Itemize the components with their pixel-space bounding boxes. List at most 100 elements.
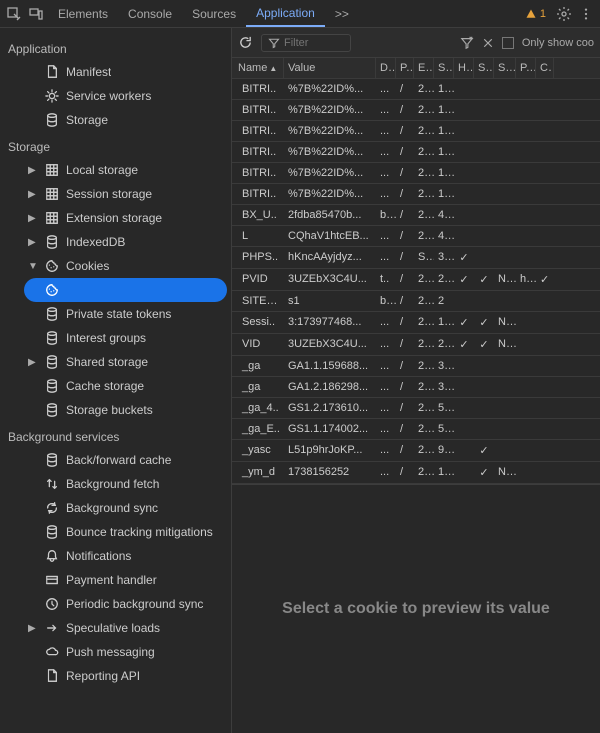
table-row[interactable]: PVID3UZEbX3C4U...t../2..2..✓✓N..h..✓ [232,269,600,291]
table-row[interactable]: BITRI..%7B%22ID%....../2..1.. [232,184,600,205]
sidebar-item[interactable]: ▼Cookies [0,254,231,278]
cell-pp [516,356,536,376]
cell-h [454,419,474,439]
cell-name: _ga [232,377,284,397]
cell-h [454,79,474,99]
tab-console[interactable]: Console [118,0,182,27]
tab-application[interactable]: Application [246,0,325,27]
settings-icon[interactable] [554,4,574,24]
col-domain[interactable]: D.. [376,58,396,78]
col-name[interactable]: Name▲ [232,58,284,78]
cell-e: 2.. [414,462,434,483]
tab-elements[interactable]: Elements [48,0,118,27]
table-row[interactable]: PHPS..hKncAAyjdyz....../S..3..✓ [232,247,600,269]
table-row[interactable]: VID3UZEbX3C4U....../2..2..✓✓N.. [232,334,600,356]
bell-icon [44,549,60,563]
table-row[interactable]: Sessi..3:173977468....../2..1..✓✓N.. [232,312,600,334]
cell-pr [536,291,554,311]
table-row[interactable]: _gaGA1.1.159688....../2..3.. [232,356,600,377]
table-row[interactable]: BX_U..2fdba85470b...b../2..4.. [232,205,600,226]
only-show-checkbox[interactable] [502,37,514,49]
sidebar-item[interactable]: Background sync [0,496,231,520]
table-row[interactable]: _ym_d1738156252.../2..1..✓N.. [232,462,600,484]
cell-pp [516,226,536,246]
card-icon [44,573,60,587]
cell-name: BITRI.. [232,184,284,204]
table-row[interactable]: _ga_E..GS1.1.174002....../2..5.. [232,419,600,440]
col-secure[interactable]: S.. [474,58,494,78]
sidebar-item-label: Background fetch [66,477,159,491]
table-row[interactable]: SITE_IDs1b../2..2 [232,291,600,312]
table-row[interactable]: _gaGA1.2.186298....../2..3.. [232,377,600,398]
col-expires[interactable]: E.. [414,58,434,78]
filter-box[interactable] [261,34,351,52]
table-row[interactable]: BITRI..%7B%22ID%....../2..1.. [232,142,600,163]
cell-h [454,462,474,483]
cell-value: GS1.1.174002... [284,419,376,439]
col-priority[interactable]: C.. [536,58,554,78]
application-sidebar: ApplicationManifestService workersStorag… [0,28,232,733]
sidebar-item[interactable]: Interest groups [0,326,231,350]
clear-filter-icon[interactable] [460,36,474,50]
sidebar-item[interactable]: Bounce tracking mitigations [0,520,231,544]
close-icon[interactable] [482,37,494,49]
tab-more[interactable]: >> [325,0,359,27]
sidebar-item[interactable]: Manifest [0,60,231,84]
sidebar-item[interactable]: Back/forward cache [0,448,231,472]
cell-pr [536,142,554,162]
kebab-icon[interactable] [576,4,596,24]
cookie-icon [44,283,60,297]
filter-input[interactable] [284,37,344,49]
table-row[interactable]: BITRI..%7B%22ID%....../2..1.. [232,121,600,142]
cell-h: ✓ [454,334,474,355]
inspect-icon[interactable] [4,4,24,24]
sidebar-item[interactable]: Service workers [0,84,231,108]
cell-e: S.. [414,247,434,268]
updown-icon [44,477,60,491]
expand-arrow-icon: ▶ [28,357,38,368]
sidebar-item-child[interactable] [24,278,227,302]
sidebar-item[interactable]: Push messaging [0,640,231,664]
col-size[interactable]: S.. [434,58,454,78]
table-row[interactable]: _ga_4..GS1.2.173610....../2..5.. [232,398,600,419]
col-partition[interactable]: P.. [516,58,536,78]
tab-sources[interactable]: Sources [182,0,246,27]
sidebar-item[interactable]: Storage buckets [0,398,231,422]
sidebar-item[interactable]: Notifications [0,544,231,568]
refresh-icon[interactable] [238,35,253,50]
device-icon[interactable] [26,4,46,24]
col-httponly[interactable]: H.. [454,58,474,78]
col-samesite[interactable]: S.. [494,58,516,78]
sidebar-item[interactable]: ▶Local storage [0,158,231,182]
cell-d: ... [376,377,396,397]
cell-p: / [396,356,414,376]
col-value[interactable]: Value [284,58,376,78]
sidebar-item[interactable]: Reporting API [0,664,231,688]
arrowr-icon [44,621,60,635]
table-row[interactable]: _yascL51p9hrJoKP....../2..9..✓ [232,440,600,462]
sidebar-item[interactable]: Periodic background sync [0,592,231,616]
table-row[interactable]: BITRI..%7B%22ID%....../2..1.. [232,100,600,121]
table-row[interactable]: LCQhaV1htcEB....../2..4.. [232,226,600,247]
grid-icon [44,163,60,177]
table-row[interactable]: BITRI..%7B%22ID%....../2..1.. [232,79,600,100]
sidebar-item[interactable]: Cache storage [0,374,231,398]
sidebar-item[interactable]: Payment handler [0,568,231,592]
cell-pr [536,247,554,268]
col-path[interactable]: P.. [396,58,414,78]
cell-d: ... [376,462,396,483]
table-row[interactable]: BITRI..%7B%22ID%....../2..1.. [232,163,600,184]
cell-ss [474,226,494,246]
sidebar-item[interactable]: ▶IndexedDB [0,230,231,254]
sidebar-item[interactable]: ▶Extension storage [0,206,231,230]
warnings-badge[interactable]: 1 [519,8,552,20]
sidebar-item[interactable]: ▶Shared storage [0,350,231,374]
sidebar-item[interactable]: Private state tokens [0,302,231,326]
cookie-icon [44,259,60,273]
sidebar-item[interactable]: ▶Session storage [0,182,231,206]
cell-pr [536,462,554,483]
sidebar-item[interactable]: ▶Speculative loads [0,616,231,640]
sidebar-item[interactable]: Background fetch [0,472,231,496]
cell-p: / [396,462,414,483]
sidebar-item[interactable]: Storage [0,108,231,132]
